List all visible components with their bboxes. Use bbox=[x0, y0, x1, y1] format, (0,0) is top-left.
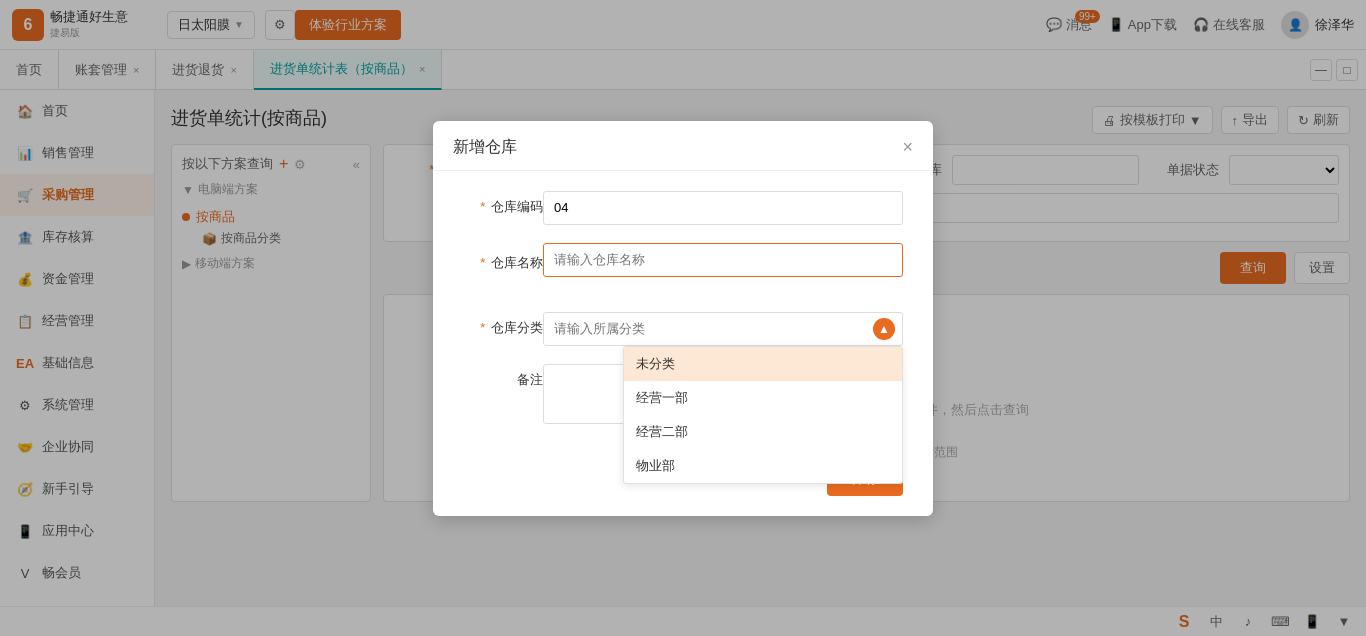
form-row-code: * 仓库编码 bbox=[463, 191, 903, 225]
modal-close-button[interactable]: × bbox=[902, 137, 913, 158]
modal-header: 新增仓库 × bbox=[433, 121, 933, 171]
form-row-category: * 仓库分类 ▲ 未分类 经营一部 经营二部 物业部 bbox=[463, 312, 903, 346]
modal-body: * 仓库编码 * 仓库名称 请输入仓库名称 * bbox=[433, 171, 933, 462]
modal-title: 新增仓库 bbox=[453, 137, 517, 158]
category-toggle-button[interactable]: ▲ bbox=[873, 318, 895, 340]
modal-overlay[interactable]: 新增仓库 × * 仓库编码 * 仓库名称 bbox=[0, 0, 1366, 636]
dropdown-item-uncategorized[interactable]: 未分类 bbox=[624, 347, 902, 381]
code-input[interactable] bbox=[543, 191, 903, 225]
category-dropdown: 未分类 经营一部 经营二部 物业部 bbox=[623, 346, 903, 484]
chevron-up-icon: ▲ bbox=[878, 322, 890, 336]
note-label: 备注 bbox=[463, 364, 543, 389]
dropdown-item-dept1[interactable]: 经营一部 bbox=[624, 381, 902, 415]
dropdown-item-dept3[interactable]: 物业部 bbox=[624, 449, 902, 483]
category-input[interactable] bbox=[543, 312, 903, 346]
category-input-wrap: ▲ 未分类 经营一部 经营二部 物业部 bbox=[543, 312, 903, 346]
dropdown-item-dept2[interactable]: 经营二部 bbox=[624, 415, 902, 449]
form-row-name: * 仓库名称 请输入仓库名称 bbox=[463, 243, 903, 294]
name-label: * 仓库名称 bbox=[463, 247, 543, 272]
category-label: * 仓库分类 bbox=[463, 312, 543, 337]
modal-add-warehouse: 新增仓库 × * 仓库编码 * 仓库名称 bbox=[433, 121, 933, 516]
code-label: * 仓库编码 bbox=[463, 191, 543, 216]
name-input[interactable] bbox=[543, 243, 903, 277]
